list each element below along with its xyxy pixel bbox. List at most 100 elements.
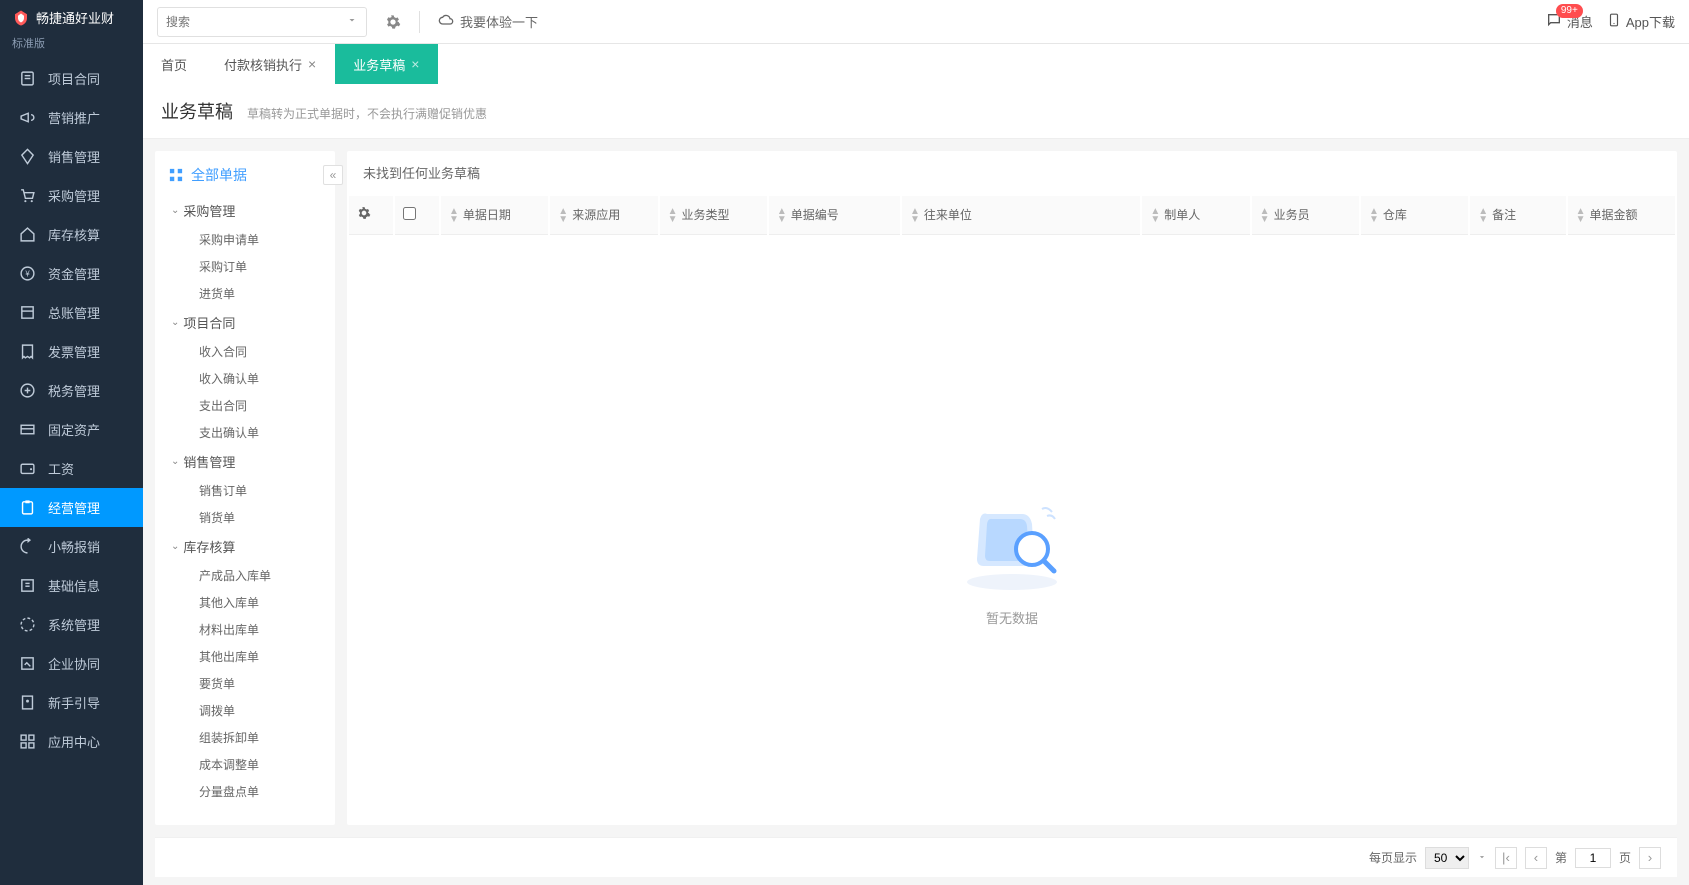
sidebar-item-label: 企业协同 [48,654,100,673]
collab-icon [18,655,36,673]
brand-name: 畅捷通好业财 [36,8,114,27]
tab-0[interactable]: 首页 [143,44,206,84]
app-download-button[interactable]: App下载 [1607,12,1675,31]
docs-doc-3-2[interactable]: 材料出库单 [171,616,335,643]
column-header-0[interactable]: ▲▼单据日期 [441,196,548,235]
sidebar-item-0[interactable]: 项目合同 [0,59,143,98]
docs-doc-3-6[interactable]: 组装拆卸单 [171,724,335,751]
column-header-5[interactable]: ▲▼制单人 [1142,196,1249,235]
collapse-panel-button[interactable]: « [323,165,343,185]
docs-doc-1-1[interactable]: 收入确认单 [171,365,335,392]
tab-1[interactable]: 付款核销执行× [206,44,335,84]
select-all-column[interactable] [395,196,439,235]
no-results-text: 未找到任何业务草稿 [347,151,1677,194]
sidebar-item-16[interactable]: 新手引导 [0,683,143,722]
docs-tree[interactable]: ⌄采购管理采购申请单采购订单进货单⌄项目合同收入合同收入确认单支出合同支出确认单… [155,195,335,825]
diamond-icon [18,148,36,166]
docs-doc-3-3[interactable]: 其他出库单 [171,643,335,670]
chevron-down-icon: ⌄ [171,456,179,467]
sidebar-item-14[interactable]: 系统管理 [0,605,143,644]
docs-group-label: 采购管理 [183,201,235,220]
sidebar-item-15[interactable]: 企业协同 [0,644,143,683]
docs-group-0[interactable]: ⌄采购管理 [171,195,335,226]
docs-doc-3-5[interactable]: 调拨单 [171,697,335,724]
message-button[interactable]: 99+ 消息 [1546,12,1593,31]
prev-page-button[interactable]: ‹ [1525,847,1547,869]
close-icon[interactable]: × [411,56,419,72]
cart-icon [18,187,36,205]
docs-group-2[interactable]: ⌄ 销售管理 [171,446,335,477]
column-header-4[interactable]: ▲▼往来单位 [902,196,1140,235]
select-all-checkbox[interactable] [403,207,416,220]
docs-doc-3-8[interactable]: 分量盘点单 [171,778,335,805]
docs-panel-header[interactable]: 全部单据 [155,151,335,195]
sort-icon: ▲▼ [449,208,459,224]
column-header-6[interactable]: ▲▼业务员 [1252,196,1359,235]
column-header-3[interactable]: ▲▼单据编号 [769,196,900,235]
experience-button[interactable]: 我要体验一下 [432,8,544,35]
column-header-1[interactable]: ▲▼ 来源应用 [550,196,657,235]
sidebar-item-4[interactable]: 库存核算 [0,215,143,254]
sidebar-item-7[interactable]: 发票管理 [0,332,143,371]
docs-doc-3-1[interactable]: 其他入库单 [171,589,335,616]
column-label: 来源应用 [572,208,620,222]
docs-doc-1-3[interactable]: 支出确认单 [171,419,335,446]
docs-doc-0-2[interactable]: 进货单 [171,280,335,307]
docs-doc-1-2[interactable]: 支出合同 [171,392,335,419]
megaphone-icon [18,109,36,127]
docs-doc-2-0[interactable]: 销售订单 [171,477,335,504]
column-header-8[interactable]: ▲▼备注 [1470,196,1565,235]
sidebar-item-label: 经营管理 [48,498,100,517]
sidebar-item-12[interactable]: 小畅报销 [0,527,143,566]
search-box[interactable] [157,7,367,37]
divider [419,11,420,33]
sidebar-item-8[interactable]: 税务管理 [0,371,143,410]
chevron-down-icon[interactable] [346,14,358,29]
docs-doc-2-1[interactable]: 销货单 [171,504,335,531]
docs-doc-3-7[interactable]: 成本调整单 [171,751,335,778]
sidebar-item-label: 销售管理 [48,147,100,166]
column-label: 备注 [1492,208,1516,222]
empty-illustration-icon [952,494,1072,594]
sidebar-item-9[interactable]: 固定资产 [0,410,143,449]
tab-2[interactable]: 业务草稿× [335,44,438,84]
page-size-select[interactable]: 50 [1425,847,1469,869]
docs-doc-1-0[interactable]: 收入合同 [171,338,335,365]
docs-group-label: 销售管理 [183,452,235,471]
page-subtitle: 草稿转为正式单据时，不会执行满赠促销优惠 [247,105,487,122]
table-settings-column[interactable] [349,196,393,235]
column-header-9[interactable]: ▲▼单据金额 [1568,196,1675,235]
page-input[interactable] [1575,848,1611,868]
docs-group-3[interactable]: ⌄库存核算 [171,531,335,562]
sort-icon: ▲▼ [777,208,787,224]
sidebar-item-10[interactable]: 工资 [0,449,143,488]
sidebar-item-label: 基础信息 [48,576,100,595]
sidebar-item-1[interactable]: 营销推广 [0,98,143,137]
close-icon[interactable]: × [308,56,316,72]
settings-icon[interactable] [379,8,407,36]
search-input[interactable] [166,15,340,29]
column-header-2[interactable]: ▲▼业务类型 [660,196,767,235]
first-page-button[interactable]: |‹ [1495,847,1517,869]
next-page-button[interactable]: › [1639,847,1661,869]
app-download-label: App下载 [1626,12,1675,31]
page-size-label: 每页显示 [1369,849,1417,866]
sort-icon: ▲▼ [558,208,568,224]
sidebar-item-2[interactable]: 销售管理 [0,137,143,176]
brand-edition: 标准版 [0,35,143,59]
column-header-7[interactable]: ▲▼仓库 [1361,196,1468,235]
sidebar-item-17[interactable]: 应用中心 [0,722,143,761]
message-badge: 99+ [1556,4,1583,18]
docs-doc-3-0[interactable]: 产成品入库单 [171,562,335,589]
sidebar-item-11[interactable]: 经营管理 [0,488,143,527]
docs-doc-0-0[interactable]: 采购申请单 [171,226,335,253]
sidebar-item-5[interactable]: ¥资金管理 [0,254,143,293]
sidebar-item-3[interactable]: 采购管理 [0,176,143,215]
docs-doc-3-4[interactable]: 要货单 [171,670,335,697]
sidebar-item-6[interactable]: 总账管理 [0,293,143,332]
sidebar-item-13[interactable]: 基础信息 [0,566,143,605]
contract-icon [18,70,36,88]
phone-icon [1607,13,1621,30]
docs-doc-0-1[interactable]: 采购订单 [171,253,335,280]
docs-group-1[interactable]: ⌄项目合同 [171,307,335,338]
